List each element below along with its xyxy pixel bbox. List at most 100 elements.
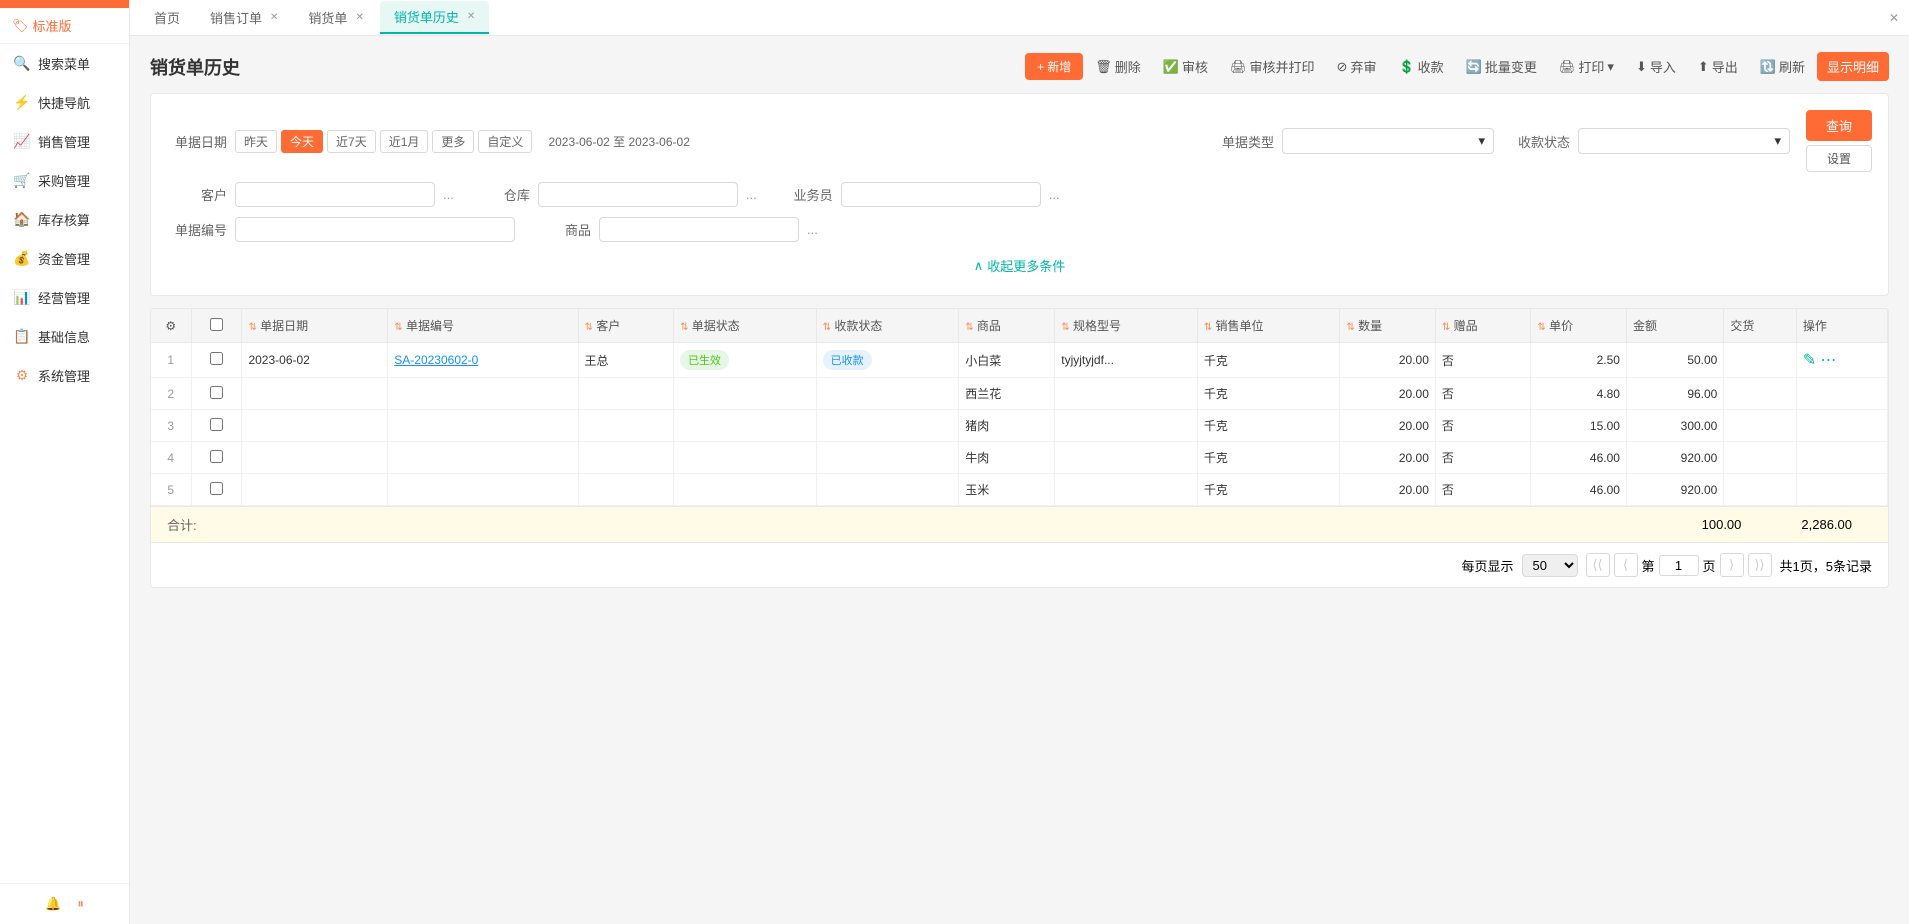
sidebar-item-sys-mgmt[interactable]: ⚙ 系统管理 [0, 356, 129, 395]
filter-date: 单据日期 昨天 今天 近7天 近1月 更多 自定义 [167, 130, 532, 153]
sidebar-item-operations[interactable]: 📊 经营管理 [0, 278, 129, 317]
page-size-select[interactable]: 50 20 100 [1522, 554, 1578, 577]
row-3-checkbox[interactable] [210, 418, 223, 431]
print-button[interactable]: 🖨 打印 ▾ [1549, 52, 1624, 81]
tab-sales-order-close[interactable]: ✕ [270, 12, 278, 23]
collect-status-col-header[interactable]: ⇅ 收款状态 [816, 309, 959, 343]
notification-icon[interactable]: 🔔 [45, 896, 61, 912]
doc-type-select[interactable]: ▾ [1282, 128, 1494, 154]
page-input[interactable] [1659, 555, 1699, 576]
row-checkbox-1[interactable] [191, 343, 242, 378]
sidebar-item-quick-nav[interactable]: ⚡ 快捷导航 [0, 83, 129, 122]
settings-button[interactable]: 设置 [1806, 145, 1872, 172]
row-3-qty: 20.00 [1340, 410, 1436, 442]
date-btn-today[interactable]: 今天 [281, 130, 323, 153]
row-1-spec: tyjyjtyjdf... [1055, 343, 1198, 378]
pause-icon[interactable]: ⏸ [77, 896, 84, 912]
qty-col-header[interactable]: ⇅ 数量 [1340, 309, 1436, 343]
date-btn-yesterday[interactable]: 昨天 [235, 130, 277, 153]
row-checkbox-5[interactable] [191, 474, 242, 506]
tab-sales-history-close[interactable]: ✕ [467, 11, 475, 22]
doc-status-col-header[interactable]: ⇅ 单据状态 [674, 309, 817, 343]
sidebar-item-basic-info[interactable]: 📋 基础信息 [0, 317, 129, 356]
date-btn-1month[interactable]: 近1月 [380, 130, 429, 153]
collect-status-select[interactable]: ▾ [1578, 128, 1790, 154]
edit-icon[interactable]: ✎ [1803, 350, 1816, 370]
row-1-doc-num[interactable]: SA-20230602-0 [388, 343, 578, 378]
row-checkbox-3[interactable] [191, 410, 242, 442]
date-btn-custom[interactable]: 自定义 [478, 130, 532, 153]
sales-unit-col-header[interactable]: ⇅ 销售单位 [1197, 309, 1340, 343]
doc-date-col-header[interactable]: ⇅ 单据日期 [242, 309, 388, 343]
tab-home[interactable]: 首页 [140, 2, 194, 33]
export-button[interactable]: ⬆ 导出 [1688, 52, 1748, 81]
audit-print-button[interactable]: 🖨 审核并打印 [1220, 52, 1325, 81]
row-num-1: 1 [151, 343, 191, 378]
collapse-button[interactable]: ∧ 收起更多条件 [167, 252, 1872, 279]
tab-sales-goods-close[interactable]: ✕ [355, 12, 363, 23]
salesperson-input[interactable] [841, 182, 1041, 207]
tab-sales-history-label: 销货单历史 [394, 7, 459, 26]
sort-icon9: ⇅ [1346, 322, 1354, 333]
filter-panel: 单据日期 昨天 今天 近7天 近1月 更多 自定义 2023-06-02 至 2… [150, 93, 1889, 296]
goods-dots[interactable]: ... [807, 222, 818, 237]
next-page-button[interactable]: ⟩ [1720, 553, 1744, 577]
show-detail-button[interactable]: 显示明细 [1817, 52, 1889, 81]
row-4-action [1796, 442, 1887, 474]
row-5-action [1796, 474, 1887, 506]
row-4-gift: 否 [1435, 442, 1531, 474]
salesperson-dots[interactable]: ... [1049, 187, 1060, 202]
row-5-checkbox[interactable] [210, 482, 223, 495]
doc-num-input[interactable] [235, 217, 515, 242]
close-all-tabs[interactable]: ✕ [1889, 11, 1899, 25]
doc-num-col-header[interactable]: ⇅ 单据编号 [388, 309, 578, 343]
last-page-button[interactable]: ⟩⟩ [1748, 553, 1772, 577]
tab-sales-goods[interactable]: 销货单 ✕ [294, 2, 377, 33]
spec-col-header[interactable]: ⇅ 规格型号 [1055, 309, 1198, 343]
customer-dots[interactable]: ... [443, 187, 454, 202]
sidebar-item-sales-mgmt[interactable]: 📈 销售管理 [0, 122, 129, 161]
row-checkbox-4[interactable] [191, 442, 242, 474]
row-num-5: 5 [151, 474, 191, 506]
select-all-checkbox[interactable] [210, 318, 223, 331]
sidebar-item-capital[interactable]: 💰 资金管理 [0, 239, 129, 278]
gift-col-header[interactable]: ⇅ 赠品 [1435, 309, 1531, 343]
row-2-checkbox[interactable] [210, 386, 223, 399]
first-page-button[interactable]: ⟨⟨ [1586, 553, 1610, 577]
audit-button[interactable]: ✅ 审核 [1153, 52, 1218, 81]
goods-input[interactable] [599, 217, 799, 242]
row-1-checkbox[interactable] [210, 352, 223, 365]
unit-price-col-header[interactable]: ⇅ 单价 [1531, 309, 1627, 343]
row-1-goods: 小白菜 [959, 343, 1055, 378]
refresh-button[interactable]: 🔃 刷新 [1750, 52, 1815, 81]
gear-col-header[interactable]: ⚙ [151, 309, 191, 343]
new-button[interactable]: + 新增 [1025, 53, 1083, 80]
row-checkbox-2[interactable] [191, 378, 242, 410]
delete-button[interactable]: 🗑 删除 [1085, 52, 1151, 81]
row-4-checkbox[interactable] [210, 450, 223, 463]
customer-col-header[interactable]: ⇅ 客户 [578, 309, 674, 343]
sidebar-item-purchase-mgmt[interactable]: 🛒 采购管理 [0, 161, 129, 200]
filter-date-range-spacer: 2023-06-02 至 2023-06-02 [548, 133, 1198, 150]
sidebar-item-inventory[interactable]: 🏠 库存核算 [0, 200, 129, 239]
sidebar-item-search-menu[interactable]: 🔍 搜索菜单 [0, 44, 129, 83]
audit-icon: ✅ [1163, 59, 1179, 75]
customer-input[interactable] [235, 182, 435, 207]
warehouse-input[interactable] [538, 182, 738, 207]
filter-doc-num: 单据编号 [167, 217, 515, 242]
row-3-customer [578, 410, 674, 442]
date-btn-more[interactable]: 更多 [432, 130, 474, 153]
goods-col-header[interactable]: ⇅ 商品 [959, 309, 1055, 343]
import-button[interactable]: ⬇ 导入 [1626, 52, 1686, 81]
query-button[interactable]: 查询 [1806, 110, 1872, 141]
tab-sales-history[interactable]: 销货单历史 ✕ [380, 1, 489, 34]
warehouse-dots[interactable]: ... [746, 187, 757, 202]
tab-sales-order[interactable]: 销售订单 ✕ [196, 2, 292, 33]
date-btn-7days[interactable]: 近7天 [327, 130, 376, 153]
prev-page-button[interactable]: ⟨ [1614, 553, 1638, 577]
batch-change-button[interactable]: 🔄 批量变更 [1456, 52, 1547, 81]
collect-button[interactable]: 💲 收款 [1388, 52, 1453, 81]
more-icon[interactable]: ⋯ [1820, 350, 1836, 370]
abandon-button[interactable]: ⊘ 弃审 [1327, 52, 1387, 81]
operations-icon: 📊 [14, 290, 30, 306]
